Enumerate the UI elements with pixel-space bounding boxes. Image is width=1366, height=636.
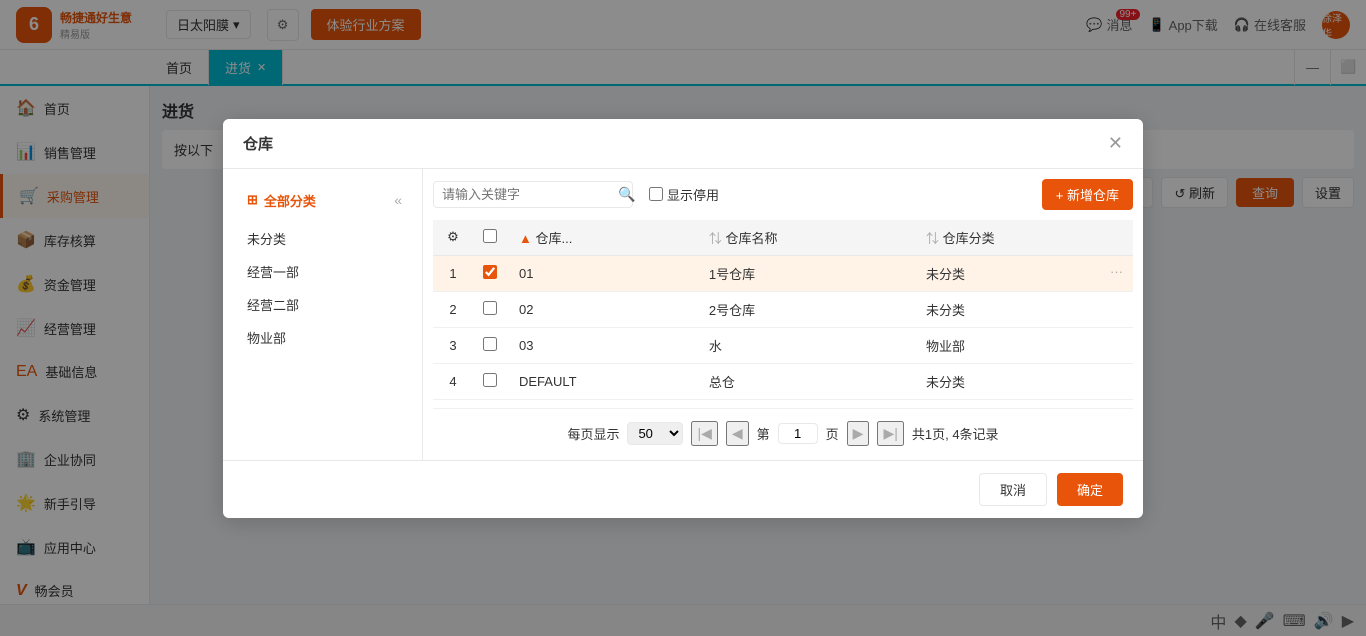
page-unit: 页 — [826, 424, 839, 443]
th-name: ⇅ 仓库名称 — [699, 220, 916, 256]
th-code: ▲ 仓库... — [509, 220, 699, 256]
add-warehouse-button[interactable]: + 新增仓库 — [1042, 179, 1133, 210]
modal-header: 仓库 ✕ — [223, 119, 1143, 169]
per-page-label: 每页显示 — [567, 424, 619, 443]
cell-name: 2号仓库 — [699, 291, 916, 327]
sort-icon-cat: ⇅ — [926, 231, 939, 246]
first-page-button[interactable]: |◀ — [691, 421, 717, 446]
cell-num: 2 — [433, 291, 473, 327]
table-row[interactable]: 3 03 水 物业部 — [433, 327, 1133, 363]
cell-category: 未分类··· — [916, 255, 1133, 291]
warehouse-table: ⚙ ▲ 仓库... ⇅ — [433, 220, 1133, 400]
cell-code: 02 — [509, 291, 699, 327]
modal-close-button[interactable]: ✕ — [1108, 133, 1123, 154]
prev-page-button[interactable]: ◀ — [726, 421, 749, 446]
cell-category: 未分类 — [916, 363, 1133, 399]
cell-num: 4 — [433, 363, 473, 399]
settings-th-icon: ⚙ — [447, 229, 459, 244]
show-disabled-wrap: 显示停用 — [649, 185, 719, 204]
modal-title: 仓库 — [243, 133, 273, 154]
modal-footer: 取消 确定 — [223, 460, 1143, 518]
row-checkbox[interactable] — [483, 337, 497, 351]
cell-code: 01 — [509, 255, 699, 291]
category-item-property[interactable]: 物业部 — [223, 321, 422, 354]
cell-code: DEFAULT — [509, 363, 699, 399]
cell-num: 1 — [433, 255, 473, 291]
table-row[interactable]: 1 01 1号仓库 未分类··· — [433, 255, 1133, 291]
cell-num: 3 — [433, 327, 473, 363]
cell-name: 水 — [699, 327, 916, 363]
grid-icon: ⊞ — [247, 192, 258, 208]
cell-name: 1号仓库 — [699, 255, 916, 291]
category-all[interactable]: ⊞ 全部分类 — [235, 185, 328, 216]
show-disabled-label: 显示停用 — [667, 185, 719, 204]
th-category: ⇅ 仓库分类 — [916, 220, 1133, 256]
table-header-row: ⚙ ▲ 仓库... ⇅ — [433, 220, 1133, 256]
pagination: 每页显示 50 100 200 |◀ ◀ 第 页 ▶ ▶| 共1页, 4条记录 — [433, 408, 1133, 450]
cell-checkbox — [473, 327, 509, 363]
row-checkbox[interactable] — [483, 265, 497, 279]
table-body: 1 01 1号仓库 未分类··· 2 02 2号仓库 未分类 3 03 水 物业… — [433, 255, 1133, 399]
warehouse-modal: 仓库 ✕ ⊞ 全部分类 « 未分类 经营一部 经营二部 物业部 — [223, 119, 1143, 518]
th-settings: ⚙ — [433, 220, 473, 256]
per-page-select[interactable]: 50 100 200 — [627, 422, 683, 445]
page-input[interactable] — [778, 423, 818, 444]
th-checkbox — [473, 220, 509, 256]
category-item-unclassified[interactable]: 未分类 — [223, 222, 422, 255]
row-checkbox[interactable] — [483, 373, 497, 387]
more-icon[interactable]: ··· — [1110, 264, 1123, 279]
select-all-checkbox[interactable] — [483, 229, 497, 243]
collapse-button[interactable]: « — [386, 192, 410, 208]
cell-checkbox — [473, 291, 509, 327]
modal-body: ⊞ 全部分类 « 未分类 经营一部 经营二部 物业部 🔍 — [223, 169, 1143, 460]
search-icon[interactable]: 🔍 — [618, 186, 635, 203]
next-page-button[interactable]: ▶ — [847, 421, 870, 446]
table-container: ⚙ ▲ 仓库... ⇅ — [433, 220, 1133, 400]
last-page-button[interactable]: ▶| — [877, 421, 903, 446]
search-input-wrap: 🔍 — [433, 181, 633, 208]
cancel-button[interactable]: 取消 — [979, 473, 1047, 506]
row-checkbox[interactable] — [483, 301, 497, 315]
cell-checkbox — [473, 363, 509, 399]
total-info: 共1页, 4条记录 — [912, 424, 999, 443]
category-item-dept1[interactable]: 经营一部 — [223, 255, 422, 288]
category-panel: ⊞ 全部分类 « 未分类 经营一部 经营二部 物业部 — [223, 169, 423, 460]
cell-category: 物业部 — [916, 327, 1133, 363]
search-input[interactable] — [442, 187, 618, 202]
page-label: 第 — [757, 424, 770, 443]
category-header: ⊞ 全部分类 « — [223, 179, 422, 222]
table-panel: 🔍 显示停用 + 新增仓库 — [423, 169, 1143, 460]
cell-checkbox — [473, 255, 509, 291]
sort-icon: ▲ — [519, 231, 532, 246]
cell-code: 03 — [509, 327, 699, 363]
cell-name: 总仓 — [699, 363, 916, 399]
cell-category: 未分类 — [916, 291, 1133, 327]
category-item-dept2[interactable]: 经营二部 — [223, 288, 422, 321]
confirm-button[interactable]: 确定 — [1057, 473, 1123, 506]
sort-icon-name: ⇅ — [709, 231, 722, 246]
table-row[interactable]: 4 DEFAULT 总仓 未分类 — [433, 363, 1133, 399]
show-disabled-checkbox[interactable] — [649, 187, 663, 201]
modal-overlay: 仓库 ✕ ⊞ 全部分类 « 未分类 经营一部 经营二部 物业部 — [0, 0, 1366, 636]
table-row[interactable]: 2 02 2号仓库 未分类 — [433, 291, 1133, 327]
table-toolbar: 🔍 显示停用 + 新增仓库 — [433, 179, 1133, 210]
